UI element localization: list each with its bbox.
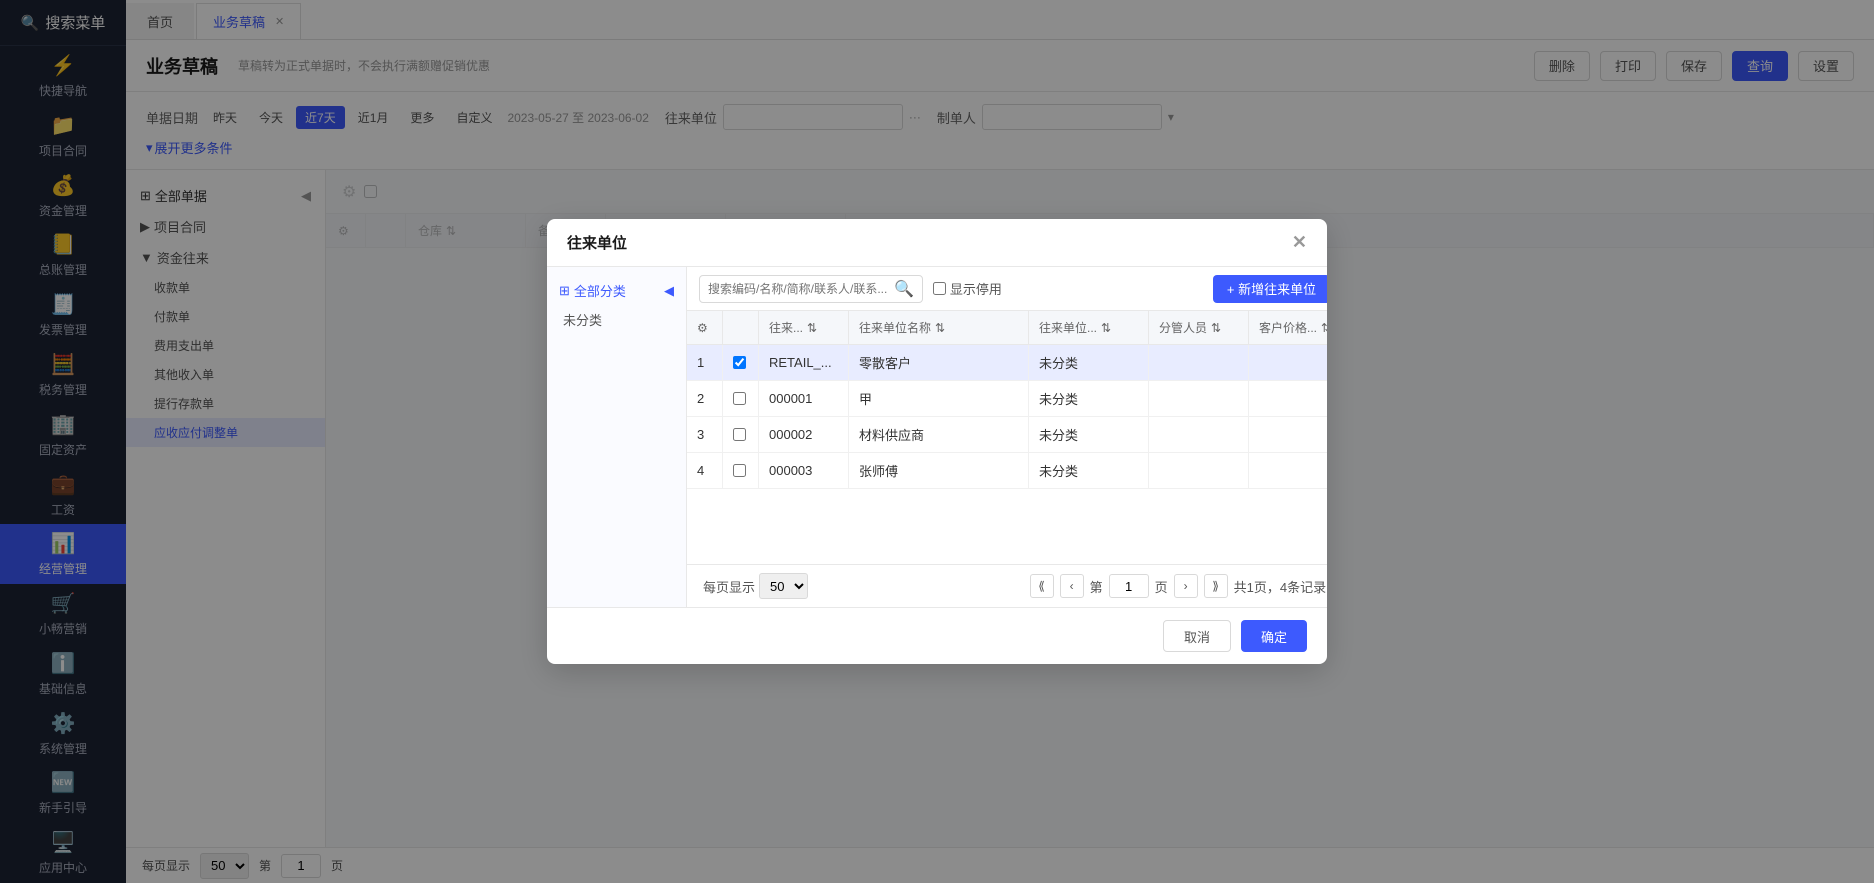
table-row[interactable]: 4 000003 张师傅 未分类 bbox=[687, 453, 1327, 489]
confirm-button[interactable]: 确定 bbox=[1241, 620, 1307, 652]
row3-name: 材料供应商 bbox=[849, 417, 1029, 452]
row4-salesperson bbox=[1149, 453, 1249, 488]
prev-page-button[interactable]: ‹ bbox=[1060, 574, 1084, 598]
total-label: 共1页，4条记录 bbox=[1234, 577, 1326, 596]
row1-num: 1 bbox=[687, 345, 723, 380]
dialog-footer-bar: 每页显示 50 ⟪ ‹ 第 页 › ⟫ 共1页，4条记录 bbox=[687, 564, 1327, 607]
per-page-select: 每页显示 50 bbox=[703, 573, 808, 599]
next-page-button[interactable]: › bbox=[1174, 574, 1198, 598]
dth-check bbox=[723, 311, 759, 344]
last-page-button[interactable]: ⟫ bbox=[1204, 574, 1228, 598]
dth-price: 客户价格... ⇅ bbox=[1249, 311, 1327, 344]
dialog-body: ⊞ 全部分类 ◀ 未分类 🔍 bbox=[547, 267, 1327, 607]
row2-salesperson bbox=[1149, 381, 1249, 416]
pagination-controls: ⟪ ‹ 第 页 › ⟫ 共1页，4条记录 bbox=[1030, 574, 1327, 598]
show-disabled-label[interactable]: 显示停用 bbox=[933, 279, 1002, 298]
dialog-right-panel: 🔍 显示停用 + 新增往来单位 ⚙ 往来... ⇅ bbox=[687, 267, 1327, 607]
search-input[interactable] bbox=[708, 282, 888, 296]
dth-code: 往来... ⇅ bbox=[759, 311, 849, 344]
row2-code: 000001 bbox=[759, 381, 849, 416]
partner-dialog: 往来单位 ✕ ⊞ 全部分类 ◀ 未分类 bbox=[547, 219, 1327, 664]
row4-num: 4 bbox=[687, 453, 723, 488]
row1-check[interactable] bbox=[723, 345, 759, 380]
dialog-category-unclassified[interactable]: 未分类 bbox=[547, 304, 686, 335]
row4-category: 未分类 bbox=[1029, 453, 1149, 488]
per-page-label: 每页显示 bbox=[703, 577, 755, 596]
table-row[interactable]: 3 000002 材料供应商 未分类 bbox=[687, 417, 1327, 453]
dialog-toolbar: 🔍 显示停用 + 新增往来单位 bbox=[687, 267, 1327, 311]
dth-name: 往来单位名称 ⇅ bbox=[849, 311, 1029, 344]
row4-checkbox[interactable] bbox=[733, 464, 746, 477]
row2-category: 未分类 bbox=[1029, 381, 1149, 416]
row1-price bbox=[1249, 345, 1327, 380]
row3-price bbox=[1249, 417, 1327, 452]
row4-price bbox=[1249, 453, 1327, 488]
dialog-left-panel: ⊞ 全部分类 ◀ 未分类 bbox=[547, 267, 687, 607]
show-disabled-checkbox[interactable] bbox=[933, 282, 946, 295]
row1-code: RETAIL_... bbox=[759, 345, 849, 380]
page-suffix: 页 bbox=[1155, 577, 1168, 596]
row1-name: 零散客户 bbox=[849, 345, 1029, 380]
row3-num: 3 bbox=[687, 417, 723, 452]
first-page-button[interactable]: ⟪ bbox=[1030, 574, 1054, 598]
row2-checkbox[interactable] bbox=[733, 392, 746, 405]
add-partner-button[interactable]: + 新增往来单位 bbox=[1213, 275, 1327, 303]
row2-price bbox=[1249, 381, 1327, 416]
table-row[interactable]: 1 RETAIL_... 零散客户 未分类 bbox=[687, 345, 1327, 381]
grid-icon-2: ⊞ bbox=[559, 283, 570, 299]
row3-salesperson bbox=[1149, 417, 1249, 452]
row1-checkbox[interactable] bbox=[733, 356, 746, 369]
page-label: 第 bbox=[1090, 577, 1103, 596]
row2-name: 甲 bbox=[849, 381, 1029, 416]
dth-salesperson: 分管人员 ⇅ bbox=[1149, 311, 1249, 344]
row2-check[interactable] bbox=[723, 381, 759, 416]
dth-category: 往来单位... ⇅ bbox=[1029, 311, 1149, 344]
row3-check[interactable] bbox=[723, 417, 759, 452]
current-page-input[interactable] bbox=[1109, 574, 1149, 598]
row3-checkbox[interactable] bbox=[733, 428, 746, 441]
dialog-left-header[interactable]: ⊞ 全部分类 ◀ bbox=[547, 277, 686, 304]
row3-category: 未分类 bbox=[1029, 417, 1149, 452]
cancel-button[interactable]: 取消 bbox=[1163, 620, 1231, 652]
dialog-table: ⚙ 往来... ⇅ 往来单位名称 ⇅ 往来单位... ⇅ 分管人员 ⇅ bbox=[687, 311, 1327, 564]
dialog-close-button[interactable]: ✕ bbox=[1292, 232, 1307, 253]
row3-code: 000002 bbox=[759, 417, 849, 452]
row4-name: 张师傅 bbox=[849, 453, 1029, 488]
search-icon-2: 🔍 bbox=[894, 279, 914, 299]
dialog-title: 往来单位 bbox=[567, 232, 627, 253]
table-row[interactable]: 2 000001 甲 未分类 bbox=[687, 381, 1327, 417]
row1-category: 未分类 bbox=[1029, 345, 1149, 380]
row4-code: 000003 bbox=[759, 453, 849, 488]
dth-settings[interactable]: ⚙ bbox=[687, 311, 723, 344]
dialog-overlay: 往来单位 ✕ ⊞ 全部分类 ◀ 未分类 bbox=[0, 0, 1874, 883]
row4-check[interactable] bbox=[723, 453, 759, 488]
dialog-left-header-label: 全部分类 bbox=[574, 281, 626, 300]
dialog-actions: 取消 确定 bbox=[547, 607, 1327, 664]
dialog-table-header: ⚙ 往来... ⇅ 往来单位名称 ⇅ 往来单位... ⇅ 分管人员 ⇅ bbox=[687, 311, 1327, 345]
dialog-header: 往来单位 ✕ bbox=[547, 219, 1327, 267]
row1-salesperson bbox=[1149, 345, 1249, 380]
search-box: 🔍 bbox=[699, 275, 923, 303]
collapse-dialog-left-icon[interactable]: ◀ bbox=[664, 283, 674, 299]
per-page-select-input[interactable]: 50 bbox=[759, 573, 808, 599]
row2-num: 2 bbox=[687, 381, 723, 416]
